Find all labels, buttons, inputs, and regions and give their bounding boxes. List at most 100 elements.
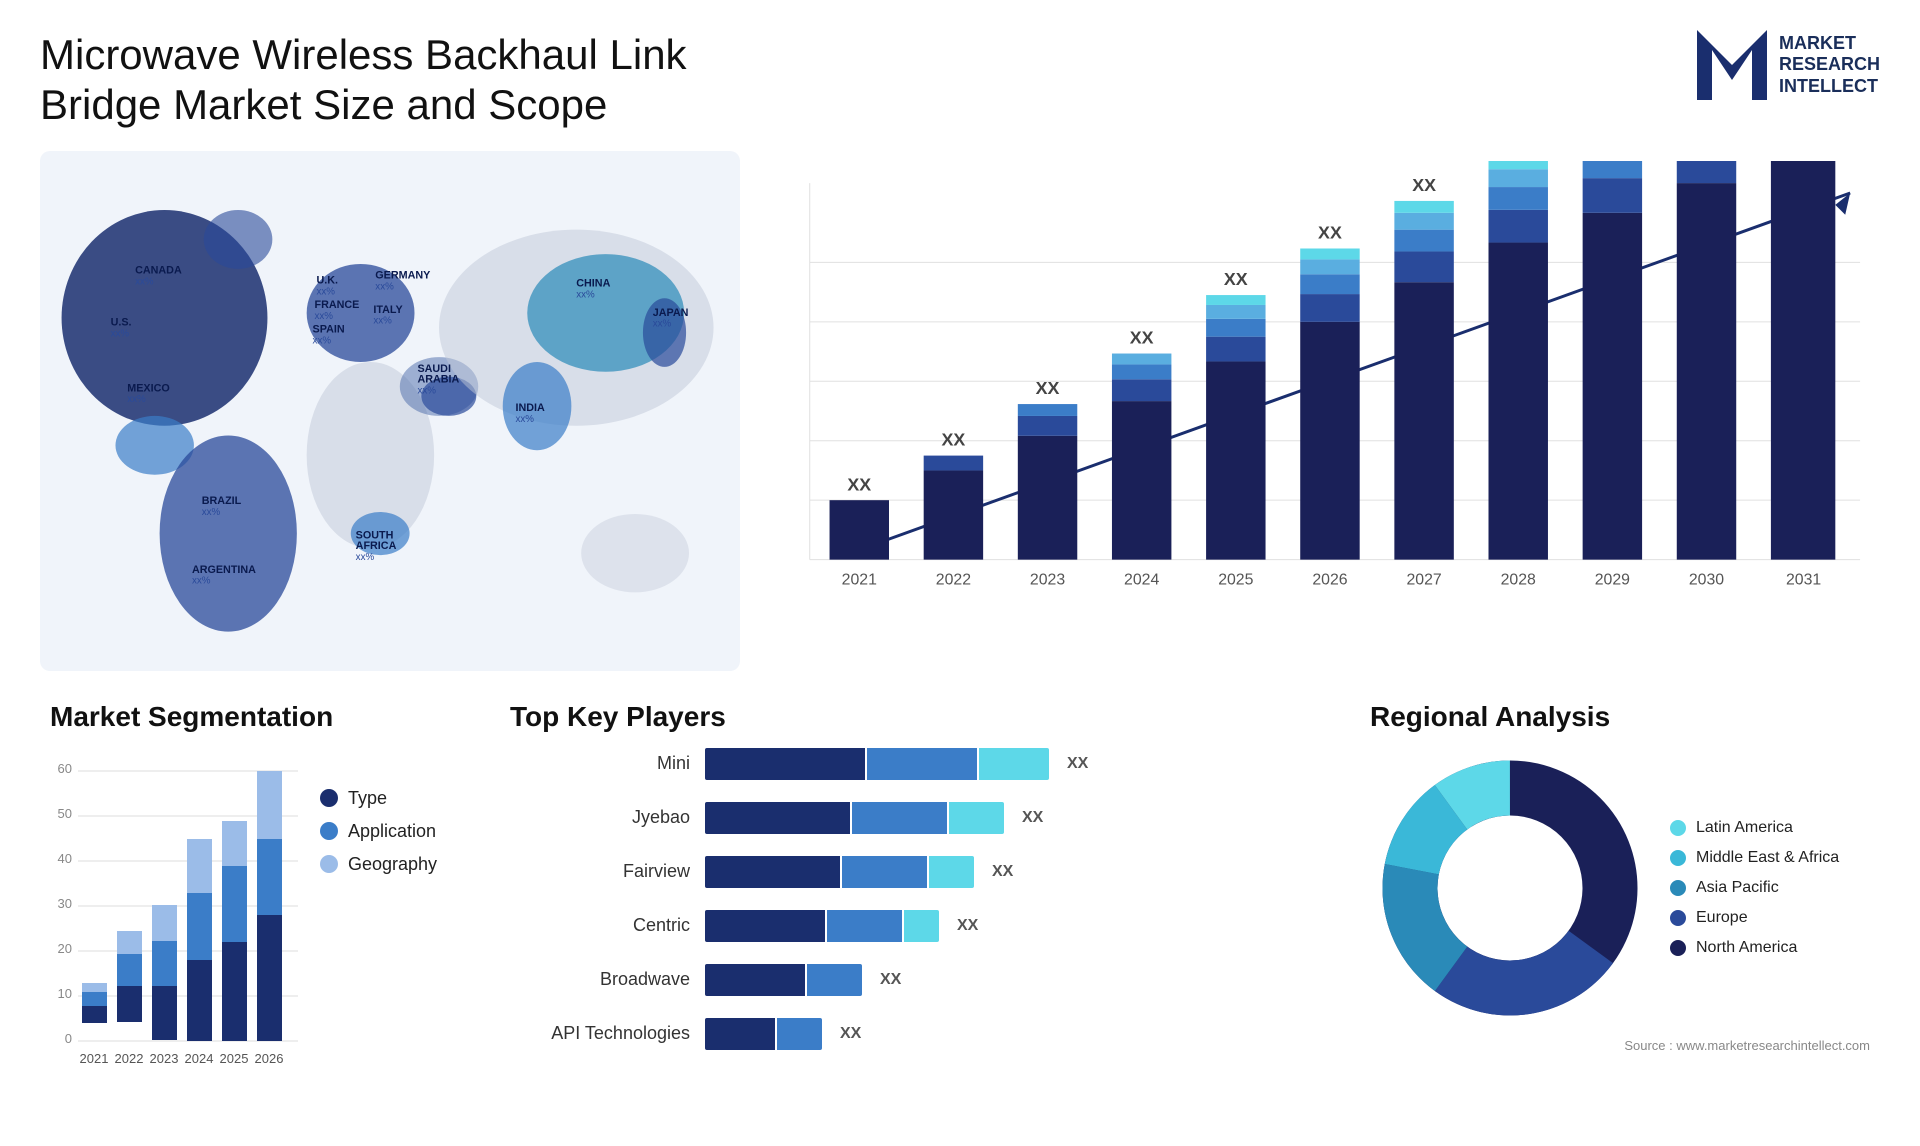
players-section: Top Key Players Mini XX Jyebao <box>490 691 1330 1098</box>
svg-text:2025: 2025 <box>220 1051 249 1066</box>
svg-text:xx%: xx% <box>417 385 436 396</box>
legend-dot-type <box>320 789 338 807</box>
svg-text:FRANCE: FRANCE <box>315 299 360 311</box>
svg-text:XX: XX <box>942 429 966 449</box>
logo-icon <box>1697 30 1767 100</box>
svg-text:40: 40 <box>58 851 72 866</box>
regional-legend: Latin America Middle East & Africa Asia … <box>1670 819 1839 957</box>
dot-latin-america <box>1670 820 1686 836</box>
legend-middle-east-africa: Middle East & Africa <box>1670 849 1839 867</box>
svg-text:2027: 2027 <box>1406 571 1441 588</box>
player-api-technologies: API Technologies XX <box>510 1018 1310 1050</box>
svg-text:CHINA: CHINA <box>576 277 610 289</box>
player-bar-light <box>979 748 1049 780</box>
page-title: Microwave Wireless Backhaul Link Bridge … <box>40 30 740 131</box>
svg-text:xx%: xx% <box>373 316 392 327</box>
svg-text:MEXICO: MEXICO <box>127 382 169 394</box>
legend-europe: Europe <box>1670 909 1839 927</box>
logo-text: MARKET RESEARCH INTELLECT <box>1779 33 1880 98</box>
segment-section: Market Segmentation 0 10 20 30 40 50 60 <box>40 691 460 1098</box>
player-jyebao: Jyebao XX <box>510 802 1310 834</box>
players-list: Mini XX Jyebao <box>510 748 1310 1050</box>
svg-text:SPAIN: SPAIN <box>313 323 345 335</box>
dot-middle-east-africa <box>1670 850 1686 866</box>
svg-text:60: 60 <box>58 761 72 776</box>
svg-text:2026: 2026 <box>255 1051 284 1066</box>
regional-title: Regional Analysis <box>1370 701 1870 733</box>
legend-latin-america: Latin America <box>1670 819 1839 837</box>
dot-europe <box>1670 910 1686 926</box>
chart-section: XX XX XX XX <box>760 151 1880 671</box>
svg-text:INDIA: INDIA <box>515 402 545 414</box>
svg-text:2022: 2022 <box>115 1051 144 1066</box>
svg-text:XX: XX <box>1130 327 1154 347</box>
player-broadwave: Broadwave XX <box>510 964 1310 996</box>
svg-text:2021: 2021 <box>842 571 877 588</box>
svg-text:2022: 2022 <box>936 571 971 588</box>
segmentation-legend: Type Application Geography <box>320 788 437 887</box>
svg-text:xx%: xx% <box>316 286 335 297</box>
svg-text:U.S.: U.S. <box>111 316 132 328</box>
world-map: CANADA xx% U.S. xx% MEXICO xx% U.K. xx% … <box>50 161 730 661</box>
svg-text:XX: XX <box>1036 378 1060 398</box>
svg-text:ITALY: ITALY <box>373 304 402 316</box>
svg-text:30: 30 <box>58 896 72 911</box>
svg-text:2026: 2026 <box>1312 571 1347 588</box>
svg-text:XX: XX <box>1412 175 1436 195</box>
svg-text:XX: XX <box>1224 269 1248 289</box>
svg-text:2025: 2025 <box>1218 571 1253 588</box>
svg-text:2029: 2029 <box>1595 571 1630 588</box>
svg-text:50: 50 <box>58 806 72 821</box>
legend-asia-pacific: Asia Pacific <box>1670 879 1839 897</box>
regional-section: Regional Analysis <box>1360 691 1880 1098</box>
legend-dot-geography <box>320 855 338 873</box>
player-bar-dark <box>705 748 865 780</box>
svg-text:GERMANY: GERMANY <box>375 269 430 281</box>
svg-text:20: 20 <box>58 941 72 956</box>
svg-text:xx%: xx% <box>356 552 375 563</box>
svg-text:10: 10 <box>58 986 72 1001</box>
svg-text:xx%: xx% <box>135 276 154 287</box>
map-section: CANADA xx% U.S. xx% MEXICO xx% U.K. xx% … <box>40 151 740 671</box>
page: Microwave Wireless Backhaul Link Bridge … <box>0 0 1920 1146</box>
player-bar-mid <box>867 748 977 780</box>
svg-text:xx%: xx% <box>515 414 534 425</box>
segmentation-chart: 0 10 20 30 40 50 60 <box>50 748 300 1088</box>
svg-text:xx%: xx% <box>313 335 332 346</box>
svg-text:XX: XX <box>847 474 871 494</box>
svg-text:JAPAN: JAPAN <box>653 307 689 319</box>
svg-text:AFRICA: AFRICA <box>356 540 397 552</box>
legend-dot-application <box>320 822 338 840</box>
svg-text:CANADA: CANADA <box>135 265 182 277</box>
donut-container: Latin America Middle East & Africa Asia … <box>1370 748 1870 1028</box>
donut-chart <box>1370 748 1650 1028</box>
svg-text:2030: 2030 <box>1689 571 1724 588</box>
legend-north-america: North America <box>1670 939 1839 957</box>
growth-chart: XX XX XX XX <box>780 161 1870 661</box>
legend-geography: Geography <box>320 854 437 875</box>
dot-asia-pacific <box>1670 880 1686 896</box>
header: Microwave Wireless Backhaul Link Bridge … <box>40 30 1880 131</box>
logo: MARKET RESEARCH INTELLECT <box>1697 30 1880 100</box>
dot-north-america <box>1670 940 1686 956</box>
svg-text:U.K.: U.K. <box>316 274 338 286</box>
svg-text:XX: XX <box>1318 222 1342 242</box>
svg-text:ARABIA: ARABIA <box>417 373 459 385</box>
source-text: Source : www.marketresearchintellect.com <box>1370 1038 1870 1053</box>
svg-text:xx%: xx% <box>202 507 221 518</box>
svg-text:xx%: xx% <box>192 575 211 586</box>
svg-text:BRAZIL: BRAZIL <box>202 495 242 507</box>
svg-text:2024: 2024 <box>185 1051 214 1066</box>
legend-application: Application <box>320 821 437 842</box>
svg-text:ARGENTINA: ARGENTINA <box>192 564 256 576</box>
svg-text:2031: 2031 <box>1786 571 1821 588</box>
svg-text:xx%: xx% <box>653 318 672 329</box>
player-centric: Centric XX <box>510 910 1310 942</box>
svg-text:2023: 2023 <box>150 1051 179 1066</box>
svg-text:2024: 2024 <box>1124 571 1159 588</box>
svg-text:2023: 2023 <box>1030 571 1065 588</box>
svg-text:xx%: xx% <box>127 394 146 405</box>
svg-text:0: 0 <box>65 1031 72 1046</box>
svg-text:2028: 2028 <box>1501 571 1536 588</box>
player-mini: Mini XX <box>510 748 1310 780</box>
